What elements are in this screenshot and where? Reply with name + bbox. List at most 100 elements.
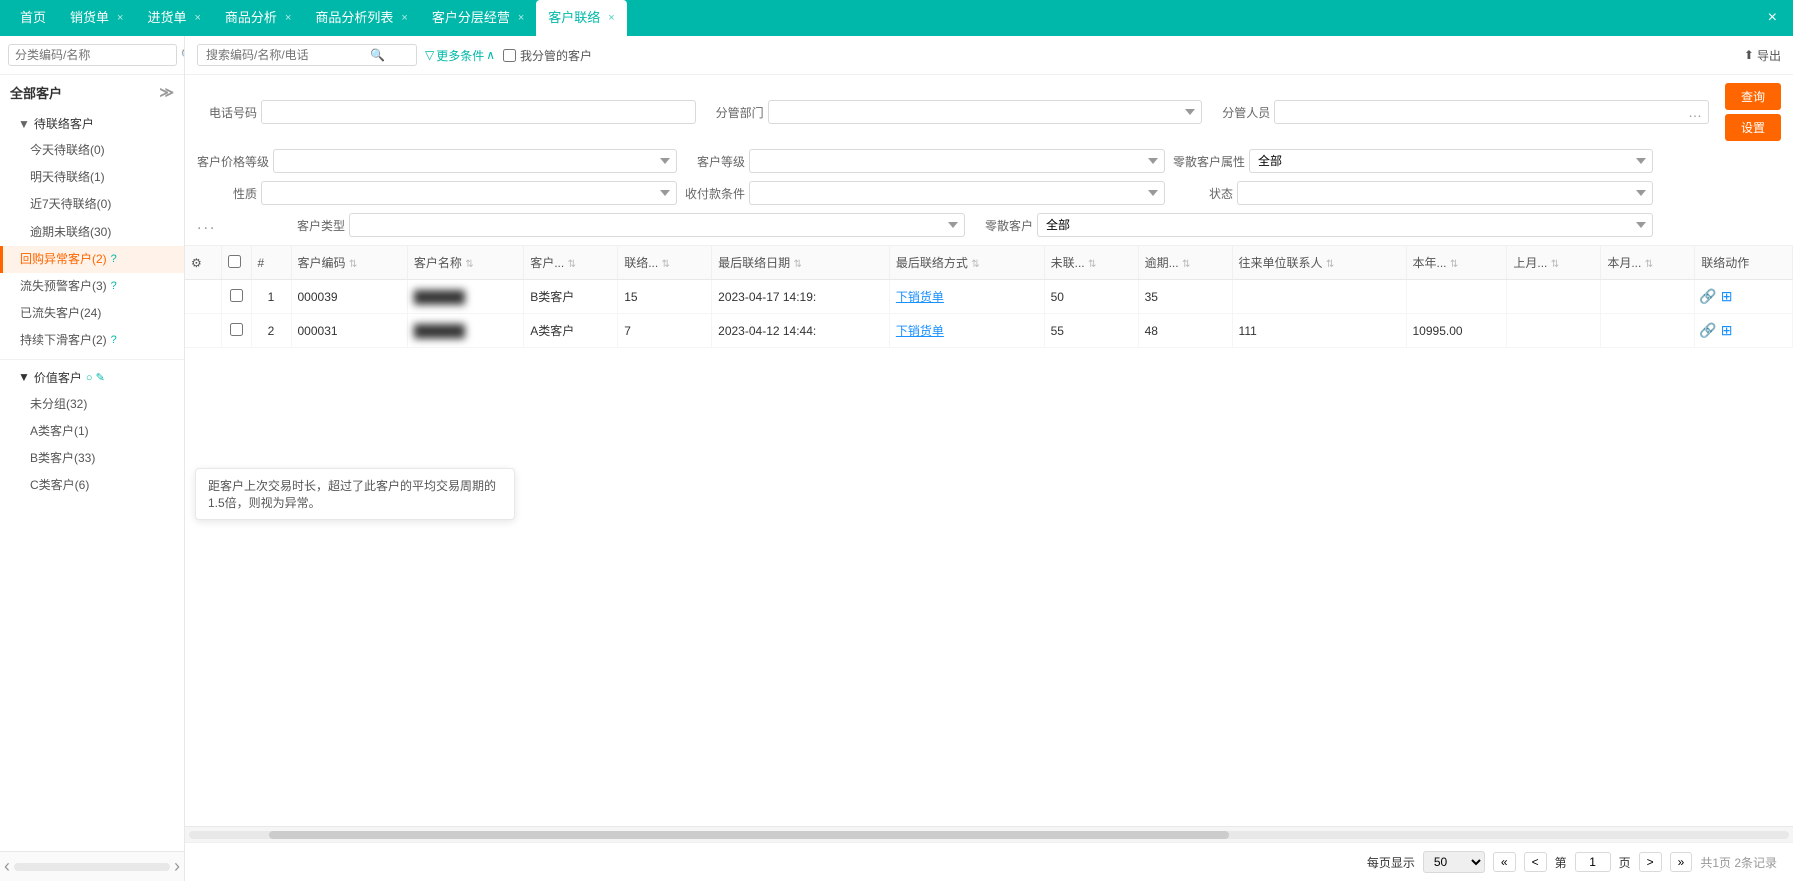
window-close-btn[interactable]: × (1760, 9, 1785, 27)
filter-more-conditions[interactable]: ▽ 更多条件 ∧ (425, 47, 495, 64)
close-sales-tab[interactable]: × (117, 0, 123, 36)
horizontal-scrollbar[interactable] (185, 826, 1793, 842)
row1-checkbox[interactable] (221, 280, 251, 314)
col-contact-count-header[interactable]: 联络... ⇅ (618, 246, 712, 280)
row1-link-icon[interactable]: 🔗 (1699, 288, 1716, 305)
next-page-btn[interactable]: > (1639, 852, 1662, 872)
my-customers-checkbox[interactable] (503, 49, 516, 62)
col-overdue-header[interactable]: 逾期... ⇅ (1138, 246, 1232, 280)
status-select[interactable] (1237, 181, 1653, 205)
col-this-month-header[interactable]: 本月... ⇅ (1601, 246, 1695, 280)
manager-more-icon[interactable]: … (1688, 104, 1702, 120)
filter-customer-level: 客户等级 (685, 149, 1165, 173)
sidebar-repurchase-abnormal[interactable]: 回购异常客户(2) ? (0, 246, 184, 273)
col-last-date-header[interactable]: 最后联络日期 ⇅ (712, 246, 890, 280)
col-last-method-header[interactable]: 最后联络方式 ⇅ (889, 246, 1044, 280)
select-all-checkbox[interactable] (228, 255, 241, 268)
scrollbar-thumb[interactable] (269, 831, 1229, 839)
row1-grid-icon[interactable]: ⊞ (1721, 288, 1733, 305)
nav-home[interactable]: 首页 (8, 0, 58, 36)
sidebar-lost-warning[interactable]: 流失预警客户(3) ? (0, 273, 184, 300)
manager-input[interactable] (1281, 105, 1684, 119)
close-purchase-tab[interactable]: × (194, 0, 200, 36)
col-name-header[interactable]: 客户名称 ⇅ (407, 246, 523, 280)
col-this-year-header[interactable]: 本年... ⇅ (1406, 246, 1507, 280)
row2-checkbox[interactable] (221, 314, 251, 348)
nav-customer-segment[interactable]: 客户分层经营 × (420, 0, 536, 36)
per-page-select[interactable]: 50 (1423, 851, 1485, 873)
retail-customer-select[interactable]: 全部 (1037, 213, 1653, 237)
sidebar-b-class[interactable]: B类客户(33) (10, 445, 184, 472)
col-checkbox-header[interactable] (221, 246, 251, 280)
row1-last-method[interactable]: 下销货单 (889, 280, 1044, 314)
customer-type-select[interactable] (349, 213, 965, 237)
sidebar-all-customers-header[interactable]: 全部客户 ≫ (0, 75, 184, 110)
col-last-month-header[interactable]: 上月... ⇅ (1507, 246, 1601, 280)
sidebar-declining[interactable]: 持续下滑客户(2) ? (0, 327, 184, 354)
last-page-btn[interactable]: » (1670, 852, 1693, 872)
repurchase-help-icon[interactable]: ? (111, 251, 117, 269)
sidebar-search-input[interactable] (8, 44, 177, 66)
sidebar-a-class[interactable]: A类客户(1) (10, 418, 184, 445)
sidebar-ungroup[interactable]: 未分组(32) (10, 391, 184, 418)
col-company-contact-header[interactable]: 往来单位联系人 ⇅ (1232, 246, 1406, 280)
col-settings[interactable]: ⚙ (185, 246, 221, 280)
lost-help-icon[interactable]: ? (111, 278, 117, 296)
sidebar-pending-title[interactable]: ▼ 待联络客户 (10, 110, 184, 137)
row2-link-icon[interactable]: 🔗 (1699, 322, 1716, 339)
close-segment-tab[interactable]: × (518, 0, 524, 36)
price-level-select[interactable] (273, 149, 677, 173)
sidebar-value-title[interactable]: ▼ 价值客户 ○ ✎ (10, 364, 184, 391)
sidebar-tomorrow-pending[interactable]: 明天待联络(1) (10, 164, 184, 191)
filter-more-dots[interactable]: ... (197, 216, 216, 234)
settings-button[interactable]: 设置 (1725, 114, 1781, 141)
gender-select[interactable] (261, 181, 677, 205)
sidebar-c-class[interactable]: C类客户(6) (10, 472, 184, 499)
row2-grid-icon[interactable]: ⊞ (1721, 322, 1733, 339)
export-button[interactable]: ⬆ 导出 (1744, 47, 1781, 64)
filter-search-icon[interactable]: 🔍 (370, 48, 385, 62)
main-content: 🔍 ▽ 更多条件 ∧ 我分管的客户 ⬆ 导出 电话号码 (185, 36, 1793, 881)
nav-customer-contact[interactable]: 客户联络 × (536, 0, 626, 36)
page-input[interactable] (1575, 852, 1611, 872)
sidebar-collapse-icon[interactable]: ≫ (159, 84, 174, 101)
value-edit-icon[interactable]: ○ ✎ (86, 371, 105, 384)
close-analysis-tab[interactable]: × (285, 0, 291, 36)
phone-input[interactable] (261, 100, 696, 124)
retail-attr-select[interactable]: 全部 (1249, 149, 1653, 173)
nav-analysis[interactable]: 商品分析 × (213, 0, 303, 36)
payment-select[interactable] (749, 181, 1165, 205)
row2-contact-count: 7 (618, 314, 712, 348)
col-uncontacted-header[interactable]: 未联... ⇅ (1044, 246, 1138, 280)
close-analysis-list-tab[interactable]: × (401, 0, 407, 36)
sidebar-today-pending[interactable]: 今天待联络(0) (10, 137, 184, 164)
sidebar-overdue-pending[interactable]: 逾期未联络(30) (10, 219, 184, 246)
declining-help-icon[interactable]: ? (111, 332, 117, 350)
row2-last-method[interactable]: 下销货单 (889, 314, 1044, 348)
filter-customer-type: 客户类型 (285, 213, 965, 237)
row1-this-month (1601, 280, 1695, 314)
query-button[interactable]: 查询 (1725, 83, 1781, 110)
filter-icon: ▽ (425, 48, 434, 62)
first-page-btn[interactable]: « (1493, 852, 1516, 872)
nav-sales[interactable]: 销货单 × (58, 0, 135, 36)
nav-purchase[interactable]: 进货单 × (135, 0, 212, 36)
nav-analysis-list[interactable]: 商品分析列表 × (303, 0, 419, 36)
page-label: 第 (1555, 854, 1567, 871)
sidebar-scroll-right[interactable]: › (174, 856, 180, 877)
col-type-header[interactable]: 客户... ⇅ (524, 246, 618, 280)
col-code-header[interactable]: 客户编码 ⇅ (291, 246, 407, 280)
close-contact-tab[interactable]: × (608, 0, 614, 36)
customer-level-select[interactable] (749, 149, 1165, 173)
sidebar-already-lost[interactable]: 已流失客户(24) (0, 300, 184, 327)
pagination: 每页显示 50 « < 第 页 > » 共1页 2条记录 (185, 842, 1793, 881)
my-customers-filter[interactable]: 我分管的客户 (503, 47, 592, 64)
prev-page-btn[interactable]: < (1524, 852, 1547, 872)
scrollbar-track[interactable] (189, 831, 1789, 839)
sidebar-scroll-left[interactable]: ‹ (4, 856, 10, 877)
sidebar-week-pending[interactable]: 近7天待联络(0) (10, 191, 184, 218)
row1-overdue: 35 (1138, 280, 1232, 314)
dept-select[interactable] (768, 100, 1203, 124)
filter-manager: 分管人员 … (1210, 100, 1709, 124)
filter-search-input[interactable] (206, 48, 366, 62)
